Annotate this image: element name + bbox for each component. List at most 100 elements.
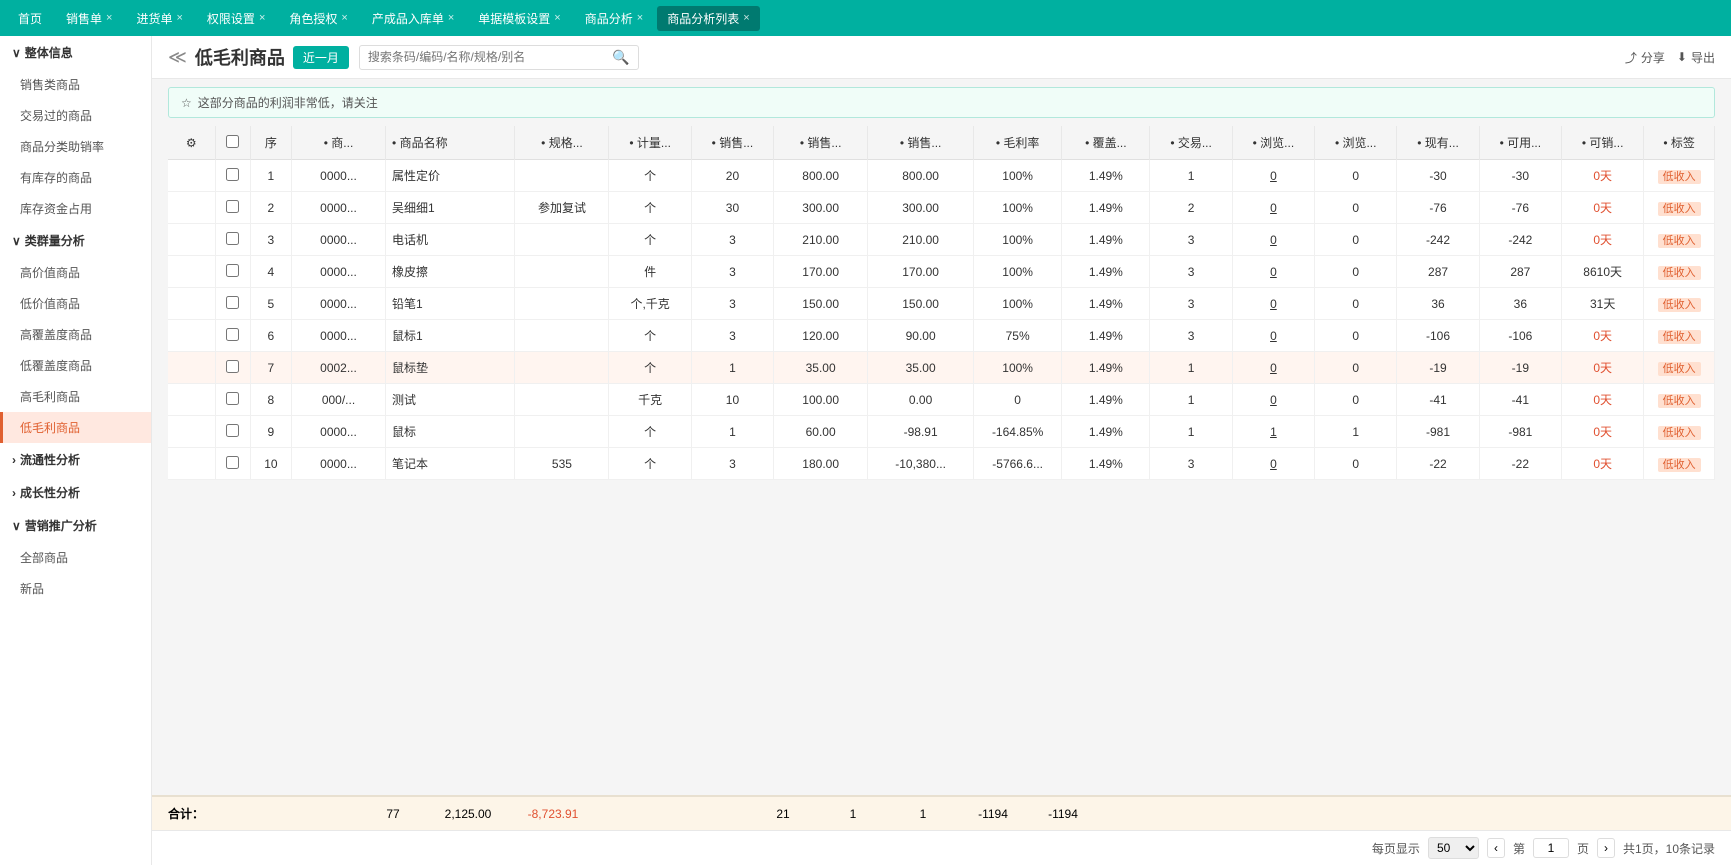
- row-settings[interactable]: [168, 352, 215, 384]
- sidebar-item-category-sales-rate[interactable]: 商品分类助销率: [0, 131, 151, 162]
- sidebar-item-high-value[interactable]: 高价值商品: [0, 257, 151, 288]
- row-settings[interactable]: [168, 256, 215, 288]
- row-browse1[interactable]: 1: [1232, 416, 1314, 448]
- close-icon[interactable]: ×: [743, 12, 749, 24]
- row-settings[interactable]: [168, 160, 215, 192]
- close-icon[interactable]: ×: [341, 12, 347, 24]
- row-coverage: 1.49%: [1062, 288, 1150, 320]
- row-sales-profit: 0.00: [868, 384, 974, 416]
- sidebar-item-low-coverage[interactable]: 低覆盖度商品: [0, 350, 151, 381]
- row-checkbox[interactable]: [215, 160, 250, 192]
- close-icon[interactable]: ×: [106, 12, 112, 24]
- search-icon[interactable]: 🔍: [612, 49, 629, 66]
- sidebar-item-new-products[interactable]: 新品: [0, 573, 151, 604]
- prev-page-btn[interactable]: ‹: [1487, 838, 1505, 858]
- row-coverage: 1.49%: [1062, 352, 1150, 384]
- notice-bar: ☆ 这部分商品的利润非常低，请关注: [168, 87, 1715, 118]
- nav-role-auth[interactable]: 角色授权 ×: [279, 6, 357, 31]
- close-icon[interactable]: ×: [554, 12, 560, 24]
- row-checkbox[interactable]: [215, 288, 250, 320]
- row-spec: 535: [515, 448, 609, 480]
- row-checkbox[interactable]: [215, 224, 250, 256]
- row-settings[interactable]: [168, 384, 215, 416]
- row-num: 6: [250, 320, 291, 352]
- row-settings[interactable]: [168, 448, 215, 480]
- nav-home[interactable]: 首页: [8, 6, 52, 31]
- row-stock: -76: [1397, 192, 1479, 224]
- sidebar-item-traded-products[interactable]: 交易过的商品: [0, 100, 151, 131]
- row-tag: 低收入: [1644, 352, 1715, 384]
- row-settings[interactable]: [168, 192, 215, 224]
- nav-product-analysis-list[interactable]: 商品分析列表 ×: [657, 6, 759, 31]
- row-checkbox[interactable]: [215, 192, 250, 224]
- close-icon[interactable]: ×: [448, 12, 454, 24]
- row-sellable: 0天: [1562, 384, 1644, 416]
- row-checkbox[interactable]: [215, 320, 250, 352]
- sidebar-group-category-analysis[interactable]: ∨ 类群量分析: [0, 224, 151, 257]
- search-input[interactable]: [368, 50, 607, 64]
- row-sales-qty: 1: [691, 352, 773, 384]
- row-checkbox[interactable]: [215, 416, 250, 448]
- row-name: 鼠标: [386, 416, 515, 448]
- row-spec: [515, 416, 609, 448]
- row-browse2: 0: [1315, 384, 1397, 416]
- nav-purchase-order[interactable]: 进货单 ×: [126, 6, 192, 31]
- footer-sales-profit: -8,723.91: [508, 807, 598, 821]
- sidebar-group-marketing[interactable]: ∨ 营销推广分析: [0, 509, 151, 542]
- nav-sales-order[interactable]: 销售单 ×: [56, 6, 122, 31]
- table-container[interactable]: ⚙ 序 • 商... • 商品名称 • 规格... • 计量... • 销售..…: [152, 126, 1731, 795]
- nav-permission-settings[interactable]: 权限设置 ×: [197, 6, 275, 31]
- row-checkbox[interactable]: [215, 352, 250, 384]
- close-icon[interactable]: ×: [259, 12, 265, 24]
- sidebar-item-low-value[interactable]: 低价值商品: [0, 288, 151, 319]
- col-unit: • 计量...: [609, 126, 691, 160]
- sidebar-item-stock-capital[interactable]: 库存资金占用: [0, 193, 151, 224]
- next-page-btn[interactable]: ›: [1597, 838, 1615, 858]
- sidebar-item-sales-products[interactable]: 销售类商品: [0, 69, 151, 100]
- row-trade: 1: [1150, 160, 1232, 192]
- page-size-select[interactable]: 50 100 200: [1428, 837, 1479, 859]
- export-button[interactable]: ⬇ 导出: [1677, 49, 1715, 66]
- sidebar-group-growth[interactable]: › 成长性分析: [0, 476, 151, 509]
- row-browse2: 1: [1315, 416, 1397, 448]
- nav-product-inbound[interactable]: 产成品入库单 ×: [362, 6, 464, 31]
- collapse-sidebar-btn[interactable]: ≪: [168, 47, 187, 68]
- sidebar-group-overall-info[interactable]: ∨ 整体信息: [0, 36, 151, 69]
- page-number-input[interactable]: [1533, 838, 1569, 858]
- close-icon[interactable]: ×: [176, 12, 182, 24]
- period-button[interactable]: 近一月: [293, 46, 349, 69]
- sidebar-item-in-stock-products[interactable]: 有库存的商品: [0, 162, 151, 193]
- sidebar-group-liquidity[interactable]: › 流通性分析: [0, 443, 151, 476]
- footer-trade: 21: [748, 807, 818, 821]
- row-num: 5: [250, 288, 291, 320]
- row-checkbox[interactable]: [215, 448, 250, 480]
- row-settings[interactable]: [168, 288, 215, 320]
- sidebar-item-low-margin[interactable]: 低毛利商品: [0, 412, 151, 443]
- sidebar-item-all-products[interactable]: 全部商品: [0, 542, 151, 573]
- row-settings[interactable]: [168, 224, 215, 256]
- sidebar-item-high-margin[interactable]: 高毛利商品: [0, 381, 151, 412]
- table-header-row: ⚙ 序 • 商... • 商品名称 • 规格... • 计量... • 销售..…: [168, 126, 1715, 160]
- row-tag: 低收入: [1644, 192, 1715, 224]
- col-settings[interactable]: ⚙: [168, 126, 215, 160]
- row-gross-rate: 100%: [974, 352, 1062, 384]
- row-num: 1: [250, 160, 291, 192]
- sidebar-item-high-coverage[interactable]: 高覆盖度商品: [0, 319, 151, 350]
- row-settings[interactable]: [168, 416, 215, 448]
- col-check[interactable]: [215, 126, 250, 160]
- share-button[interactable]: ⤴ 分享: [1625, 49, 1665, 66]
- row-code: 0000...: [291, 224, 385, 256]
- select-all-checkbox[interactable]: [226, 135, 239, 148]
- nav-template-settings[interactable]: 单据模板设置 ×: [468, 6, 570, 31]
- nav-product-analysis[interactable]: 商品分析 ×: [575, 6, 653, 31]
- row-sales-qty: 1: [691, 416, 773, 448]
- row-stock: -242: [1397, 224, 1479, 256]
- row-sales-qty: 3: [691, 320, 773, 352]
- row-checkbox[interactable]: [215, 384, 250, 416]
- row-checkbox[interactable]: [215, 256, 250, 288]
- row-tag: 低收入: [1644, 448, 1715, 480]
- close-icon[interactable]: ×: [637, 12, 643, 24]
- row-settings[interactable]: [168, 320, 215, 352]
- row-name: 属性定价: [386, 160, 515, 192]
- row-avail: -41: [1479, 384, 1561, 416]
